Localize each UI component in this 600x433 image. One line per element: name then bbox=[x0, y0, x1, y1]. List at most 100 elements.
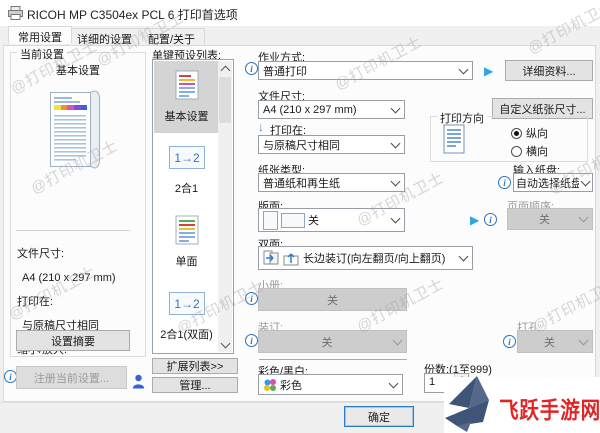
chevron-down-icon bbox=[458, 251, 469, 262]
scroll-down-button[interactable] bbox=[218, 337, 232, 352]
staple-select[interactable]: 关 bbox=[258, 330, 407, 353]
play-arrow-icon: ▶ bbox=[470, 213, 480, 227]
preset-item-label: 基本设置 bbox=[164, 111, 209, 123]
print-on-select[interactable]: 与原稿尺寸相同 bbox=[258, 135, 405, 154]
manage-button[interactable]: 管理... bbox=[152, 377, 238, 393]
chevron-down-icon bbox=[390, 176, 401, 186]
preset-item-label: 2合1(双面) bbox=[160, 329, 213, 341]
chevron-down-icon bbox=[580, 176, 591, 186]
radio-landscape-label: 横向 bbox=[526, 146, 548, 158]
one-click-preset-list[interactable]: 基本设置 1→2 2合1 单面 1→2 2合1(双面) bbox=[152, 59, 234, 354]
printer-icon bbox=[8, 6, 23, 20]
chevron-down-icon bbox=[578, 212, 589, 223]
tab-configuration-about[interactable]: 配置/关于 bbox=[138, 28, 206, 46]
booklet-value: 关 bbox=[327, 294, 338, 307]
portrait-thumb-icon bbox=[263, 210, 278, 230]
color-mode-value: 彩色 bbox=[280, 379, 302, 392]
print-on-value: 与原稿尺寸相同 bbox=[263, 139, 340, 152]
settings-summary-button[interactable]: 设置摘要 bbox=[16, 330, 130, 351]
preset-item-single-sided[interactable]: 单面 bbox=[154, 206, 219, 278]
layout-select[interactable]: 关 bbox=[258, 208, 405, 232]
layout-value: 关 bbox=[308, 215, 319, 227]
booklet-select[interactable]: 关 bbox=[258, 288, 407, 311]
info-icon[interactable]: i bbox=[484, 213, 497, 226]
1-to-2-icon: 1→2 bbox=[169, 292, 205, 315]
window-title: RICOH MP C3504ex PCL 6 打印首选项 bbox=[27, 8, 238, 22]
chevron-up-icon bbox=[220, 65, 230, 75]
info-icon[interactable]: i bbox=[503, 335, 516, 348]
orientation-group: 打印方向 纵向 横向 bbox=[430, 110, 588, 162]
tab-detailed-settings[interactable]: 详细的设置 bbox=[67, 28, 142, 46]
chevron-down-icon bbox=[390, 103, 401, 113]
input-tray-select[interactable]: 自动选择纸盘 bbox=[513, 173, 593, 192]
chevron-down-icon bbox=[390, 213, 401, 224]
user-icon bbox=[132, 374, 145, 389]
duplex-select[interactable]: 长边装订(向左翻页/向上翻页) bbox=[258, 246, 473, 270]
color-mode-select[interactable]: 彩色 bbox=[258, 374, 403, 395]
summary-print-on-label: 打印在: bbox=[17, 296, 54, 308]
register-current-settings-button[interactable]: 注册当前设置... bbox=[16, 366, 127, 389]
paper-type-select[interactable]: 普通纸和再生纸 bbox=[258, 173, 405, 192]
radio-dot bbox=[511, 127, 522, 139]
radio-portrait[interactable]: 纵向 bbox=[511, 125, 548, 141]
info-icon[interactable]: i bbox=[245, 334, 258, 347]
preset-item-label: 2合1 bbox=[174, 183, 199, 195]
duplex-flip-icon bbox=[263, 250, 279, 265]
preset-list-scrollbar[interactable] bbox=[218, 61, 232, 352]
color-dots-icon bbox=[264, 378, 276, 391]
radio-dot bbox=[511, 145, 522, 157]
job-type-select[interactable]: 普通打印 bbox=[258, 61, 473, 80]
summary-doc-size-value: A4 (210 x 297 mm) bbox=[22, 272, 116, 284]
radio-landscape[interactable]: 横向 bbox=[511, 143, 548, 159]
site-logo-text: 飞跃手游网 bbox=[499, 397, 600, 423]
radio-portrait-label: 纵向 bbox=[526, 128, 548, 140]
document-color-icon bbox=[175, 70, 198, 100]
chevron-down-icon bbox=[390, 138, 401, 148]
preset-item-label: 单面 bbox=[175, 256, 198, 268]
job-details-button[interactable]: 详细资料... bbox=[505, 60, 593, 81]
chevron-down-icon bbox=[458, 64, 469, 74]
document-size-select[interactable]: A4 (210 x 297 mm) bbox=[258, 100, 405, 119]
print-preferences-dialog: RICOH MP C3504ex PCL 6 打印首选项 常用设置 详细的设置 … bbox=[0, 0, 600, 433]
scrollbar-thumb[interactable] bbox=[219, 77, 231, 123]
punch-value: 关 bbox=[544, 336, 555, 349]
divider bbox=[16, 230, 130, 231]
chevron-down-icon bbox=[220, 338, 230, 349]
staple-value: 关 bbox=[321, 336, 333, 349]
info-icon[interactable]: i bbox=[245, 292, 258, 305]
job-type-value: 普通打印 bbox=[263, 65, 307, 78]
document-preview-image bbox=[50, 90, 100, 169]
input-tray-value: 自动选择纸盘 bbox=[516, 177, 579, 190]
chevron-down-icon bbox=[388, 378, 399, 388]
ok-button[interactable]: 确定 bbox=[344, 406, 414, 427]
duplex-open-icon bbox=[283, 253, 299, 266]
preset-item-2in1-duplex[interactable]: 1→2 2合1(双面) bbox=[154, 279, 219, 351]
duplex-value: 长边装订(向左翻页/向上翻页) bbox=[303, 253, 446, 265]
bird-logo-icon bbox=[445, 376, 489, 432]
title-bar: RICOH MP C3504ex PCL 6 打印首选项 bbox=[0, 0, 600, 26]
play-arrow-icon: ▶ bbox=[484, 64, 494, 78]
expand-list-button[interactable]: 扩展列表>> bbox=[152, 358, 238, 374]
chevron-down-icon bbox=[392, 335, 403, 345]
summary-doc-size-label: 文件尺寸: bbox=[17, 248, 65, 260]
landscape-thumb-icon bbox=[281, 212, 305, 228]
divider bbox=[259, 359, 407, 360]
current-settings-legend: 当前设置 bbox=[17, 46, 67, 62]
punch-select[interactable]: 关 bbox=[517, 330, 593, 353]
info-icon[interactable]: i bbox=[245, 62, 258, 75]
info-icon[interactable]: i bbox=[498, 176, 511, 189]
document-size-value: A4 (210 x 297 mm) bbox=[263, 103, 357, 116]
1-to-2-icon: 1→2 bbox=[169, 146, 205, 169]
down-arrow-icon: ↓ bbox=[258, 120, 264, 134]
preset-item-basic[interactable]: 基本设置 bbox=[154, 61, 219, 133]
document-color-icon bbox=[175, 215, 198, 245]
paper-type-value: 普通纸和再生纸 bbox=[263, 177, 340, 190]
page-order-select[interactable]: 关 bbox=[507, 208, 593, 230]
page-order-value: 关 bbox=[539, 214, 550, 226]
preset-item-2in1[interactable]: 1→2 2合1 bbox=[154, 133, 219, 205]
portrait-page-icon bbox=[443, 124, 465, 154]
tab-general-settings[interactable]: 常用设置 bbox=[8, 26, 72, 44]
scroll-up-button[interactable] bbox=[218, 61, 232, 76]
current-preset-name: 基本设置 bbox=[56, 65, 100, 77]
chevron-down-icon bbox=[578, 335, 589, 345]
